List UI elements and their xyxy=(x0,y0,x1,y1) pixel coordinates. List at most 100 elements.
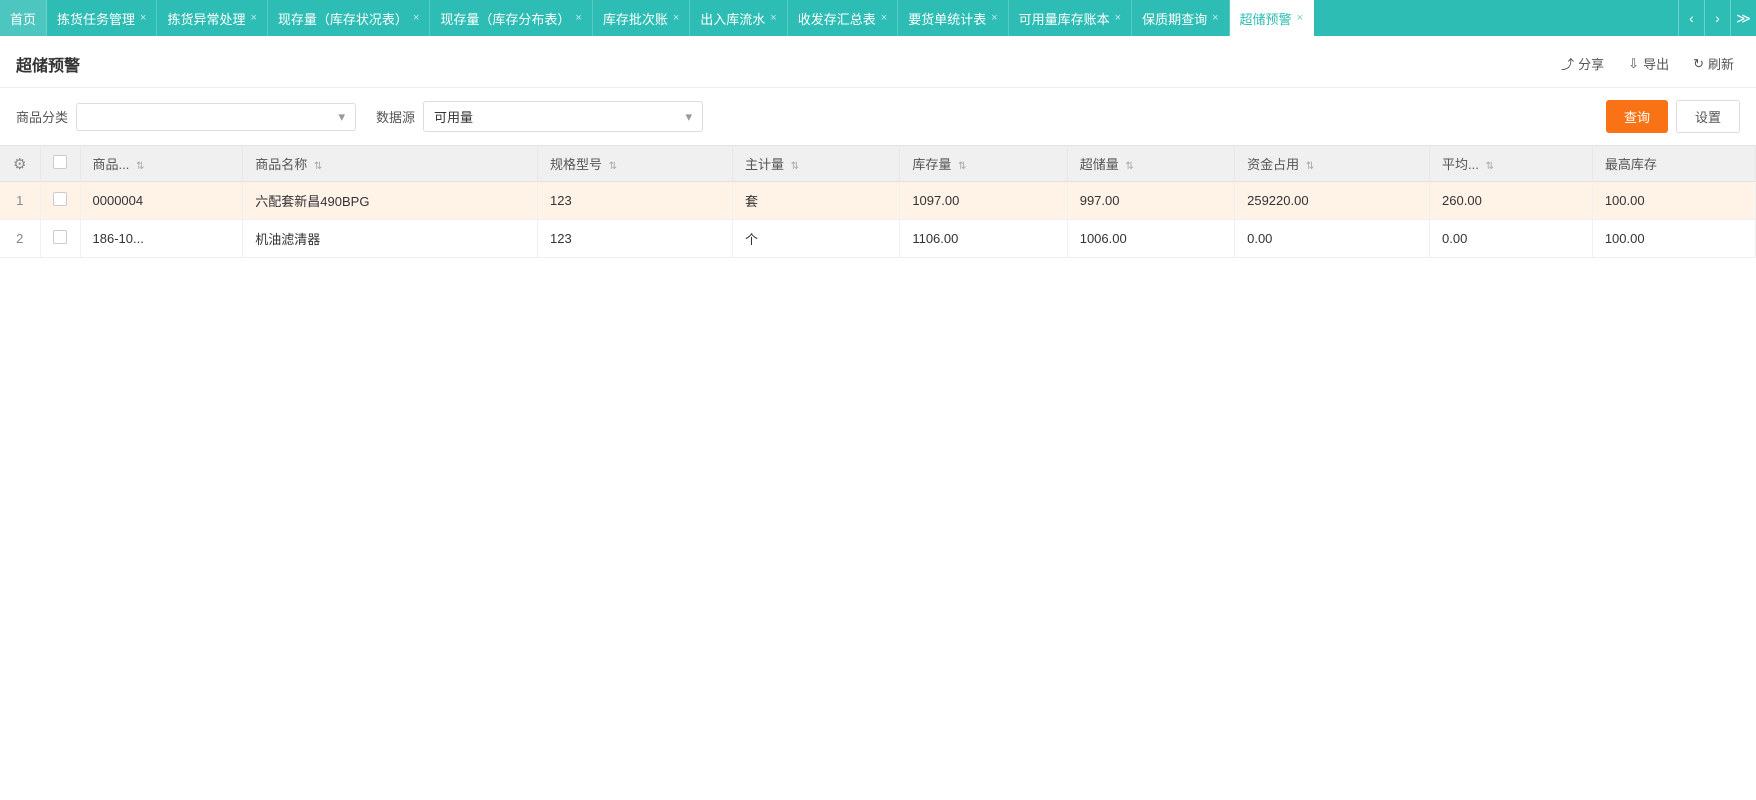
top-nav: 首页 拣货任务管理 × 拣货异常处理 × 现存量（库存状况表） × 现存量（库存… xyxy=(0,0,1756,36)
col-header-unit[interactable]: 主计量 ⇅ xyxy=(732,146,899,182)
row-checkbox-cell xyxy=(40,220,80,258)
select-all-checkbox[interactable] xyxy=(53,155,67,169)
close-icon[interactable]: × xyxy=(991,12,997,24)
row-capital: 0.00 xyxy=(1235,220,1430,258)
row-checkbox-cell xyxy=(40,182,80,220)
row-maxstock: 100.00 xyxy=(1592,182,1755,220)
row-unit: 个 xyxy=(732,220,899,258)
row-overstock: 997.00 xyxy=(1067,182,1234,220)
nav-item-expiry[interactable]: 保质期查询 × xyxy=(1132,0,1229,36)
table-wrapper: ⚙ 商品... ⇅ 商品名称 ⇅ 规格型号 ⇅ xyxy=(0,145,1756,258)
chevron-down-icon: ▾ xyxy=(338,109,345,125)
query-button[interactable]: 查询 xyxy=(1606,100,1668,133)
col-header-overstock[interactable]: 超储量 ⇅ xyxy=(1067,146,1234,182)
refresh-icon: ↻ xyxy=(1693,56,1704,72)
datasource-value: 可用量 xyxy=(434,107,473,126)
category-select[interactable]: ▾ xyxy=(76,103,356,131)
sort-icon: ⇅ xyxy=(791,161,799,172)
close-icon[interactable]: × xyxy=(1115,12,1121,24)
share-button[interactable]: ⤴ 分享 xyxy=(1555,50,1610,77)
row-maxstock: 100.00 xyxy=(1592,220,1755,258)
sort-icon: ⇅ xyxy=(1486,161,1494,172)
col-header-spec[interactable]: 规格型号 ⇅ xyxy=(538,146,733,182)
page-title: 超储预警 xyxy=(16,52,80,76)
gear-icon[interactable]: ⚙ xyxy=(13,156,26,173)
close-icon[interactable]: × xyxy=(673,12,679,24)
row-stock: 1106.00 xyxy=(900,220,1067,258)
nav-item-req-stats[interactable]: 要货单统计表 × xyxy=(898,0,1008,36)
nav-next-arrow[interactable]: › xyxy=(1704,0,1730,36)
row-unit: 套 xyxy=(732,182,899,220)
row-capital: 259220.00 xyxy=(1235,182,1430,220)
sort-icon: ⇅ xyxy=(609,161,617,172)
nav-item-flow[interactable]: 出入库流水 × xyxy=(690,0,787,36)
datasource-filter: 数据源 可用量 ▾ xyxy=(376,101,703,132)
row-stock: 1097.00 xyxy=(900,182,1067,220)
nav-item-pick-task[interactable]: 拣货任务管理 × xyxy=(47,0,157,36)
row-code: 186-10... xyxy=(80,220,243,258)
close-icon[interactable]: × xyxy=(575,12,581,24)
col-header-stock[interactable]: 库存量 ⇅ xyxy=(900,146,1067,182)
row-avgprice: 0.00 xyxy=(1430,220,1593,258)
nav-item-available-account[interactable]: 可用量库存账本 × xyxy=(1009,0,1132,36)
col-checkbox xyxy=(40,146,80,182)
datasource-label: 数据源 xyxy=(376,107,415,126)
chevron-down-icon: ▾ xyxy=(686,109,693,125)
data-table: ⚙ 商品... ⇅ 商品名称 ⇅ 规格型号 ⇅ xyxy=(0,145,1756,258)
close-icon[interactable]: × xyxy=(881,12,887,24)
nav-item-home[interactable]: 首页 xyxy=(0,0,47,36)
row-spec: 123 xyxy=(538,182,733,220)
close-icon[interactable]: × xyxy=(140,12,146,24)
col-header-capital[interactable]: 资金占用 ⇅ xyxy=(1235,146,1430,182)
table-header-row: ⚙ 商品... ⇅ 商品名称 ⇅ 规格型号 ⇅ xyxy=(0,146,1756,182)
row-avgprice: 260.00 xyxy=(1430,182,1593,220)
table-row: 2 186-10... 机油滤清器 123 个 1106.00 1006.00 … xyxy=(0,220,1756,258)
filter-bar: 商品分类 ▾ 数据源 可用量 ▾ 查询 设置 xyxy=(0,88,1756,145)
datasource-select[interactable]: 可用量 ▾ xyxy=(423,101,703,132)
col-settings: ⚙ xyxy=(0,146,40,182)
sort-icon: ⇅ xyxy=(136,161,144,172)
sort-icon: ⇅ xyxy=(958,161,966,172)
col-header-avgprice[interactable]: 平均... ⇅ xyxy=(1430,146,1593,182)
category-filter: 商品分类 ▾ xyxy=(16,103,356,131)
row-code: 0000004 xyxy=(80,182,243,220)
row-name: 机油滤清器 xyxy=(243,220,538,258)
row-index: 1 xyxy=(0,182,40,220)
col-header-maxstock[interactable]: 最高库存 xyxy=(1592,146,1755,182)
close-icon[interactable]: × xyxy=(250,12,256,24)
nav-item-inventory-dist[interactable]: 现存量（库存分布表） × xyxy=(430,0,592,36)
header-actions: ⤴ 分享 ⇩ 导出 ↻ 刷新 xyxy=(1555,50,1740,77)
row-checkbox[interactable] xyxy=(53,192,67,206)
nav-item-batch-account[interactable]: 库存批次账 × xyxy=(593,0,690,36)
sort-icon: ⇅ xyxy=(1125,161,1133,172)
filter-actions: 查询 设置 xyxy=(1606,100,1740,133)
nav-expand-arrow[interactable]: ≫ xyxy=(1730,0,1756,36)
nav-item-inventory-status[interactable]: 现存量（库存状况表） × xyxy=(268,0,430,36)
category-label: 商品分类 xyxy=(16,107,68,126)
sort-icon: ⇅ xyxy=(1306,161,1314,172)
row-overstock: 1006.00 xyxy=(1067,220,1234,258)
page-header: 超储预警 ⤴ 分享 ⇩ 导出 ↻ 刷新 xyxy=(0,36,1756,88)
nav-prev-arrow[interactable]: ‹ xyxy=(1678,0,1704,36)
sort-icon: ⇅ xyxy=(314,161,322,172)
close-icon[interactable]: × xyxy=(770,12,776,24)
row-checkbox[interactable] xyxy=(53,230,67,244)
settings-button[interactable]: 设置 xyxy=(1676,100,1740,133)
refresh-button[interactable]: ↻ 刷新 xyxy=(1687,50,1740,77)
close-icon[interactable]: × xyxy=(413,12,419,24)
close-icon[interactable]: × xyxy=(1212,12,1218,24)
page-container: 超储预警 ⤴ 分享 ⇩ 导出 ↻ 刷新 商品分类 ▾ 数据源 xyxy=(0,36,1756,800)
row-name: 六配套新昌490BPG xyxy=(243,182,538,220)
row-index: 2 xyxy=(0,220,40,258)
export-button[interactable]: ⇩ 导出 xyxy=(1622,50,1675,77)
close-icon[interactable]: × xyxy=(1297,12,1303,24)
col-header-name[interactable]: 商品名称 ⇅ xyxy=(243,146,538,182)
export-icon: ⇩ xyxy=(1628,56,1639,72)
nav-item-summary[interactable]: 收发存汇总表 × xyxy=(788,0,898,36)
row-spec: 123 xyxy=(538,220,733,258)
table-row: 1 0000004 六配套新昌490BPG 123 套 1097.00 997.… xyxy=(0,182,1756,220)
col-header-code[interactable]: 商品... ⇅ xyxy=(80,146,243,182)
nav-item-pick-exception[interactable]: 拣货异常处理 × xyxy=(157,0,267,36)
nav-item-overstock[interactable]: 超储预警 × xyxy=(1230,0,1314,36)
share-icon: ⤴ xyxy=(1561,54,1574,73)
